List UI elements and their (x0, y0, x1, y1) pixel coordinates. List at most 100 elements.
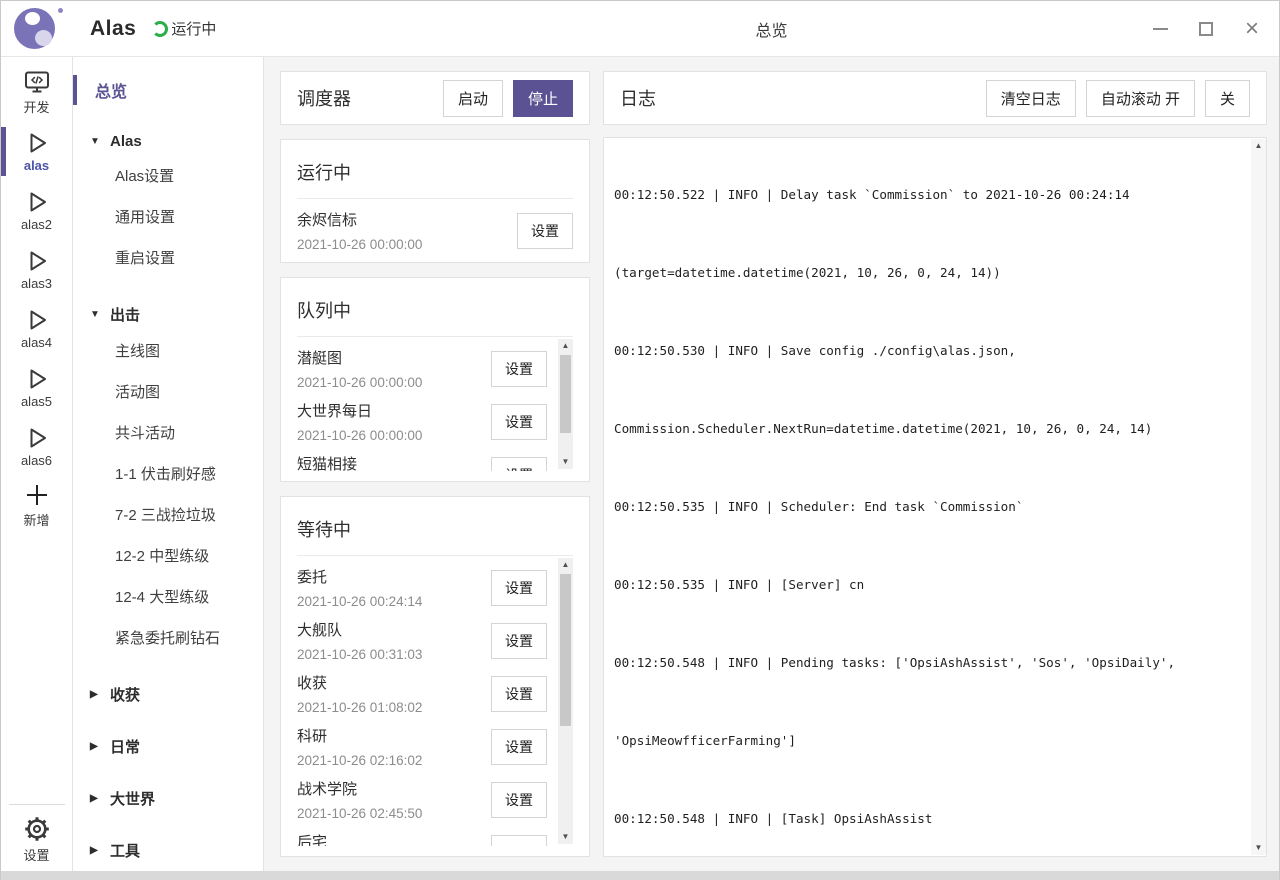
task-setting-button[interactable]: 设置 (517, 213, 573, 249)
waiting-panel: 等待中 委托 2021-10-26 00:24:14 设置 大舰队 2021-1… (280, 496, 590, 857)
task-time: 2021-10-26 01:08:02 (297, 700, 491, 715)
scheduler-stop-button[interactable]: 停止 (513, 80, 573, 117)
nav-item-12-4-large-leveling[interactable]: 12-4 大型练级 (73, 576, 263, 617)
log-off-button[interactable]: 关 (1205, 80, 1250, 117)
nav-item-raid[interactable]: 共斗活动 (73, 412, 263, 453)
rail-item-add[interactable]: 新增 (1, 476, 72, 535)
log-scrollbar[interactable]: ▲ ▼ (1251, 139, 1266, 855)
scrollbar[interactable]: ▲ ▼ (558, 339, 573, 469)
scrollbar-down-icon[interactable]: ▼ (562, 458, 570, 466)
scheduler-start-button[interactable]: 启动 (443, 80, 503, 117)
scrollbar-up-icon[interactable]: ▲ (562, 561, 570, 569)
nav-item-main-chapter[interactable]: 主线图 (73, 330, 263, 371)
rail-item-alas2[interactable]: alas2 (1, 181, 72, 240)
nav-group-header-reward[interactable]: ▶ 收获 (73, 679, 263, 710)
rail-item-settings[interactable]: 设置 (1, 813, 72, 865)
nav-item-7-2-scrap[interactable]: 7-2 三战捡垃圾 (73, 494, 263, 535)
nav-item-general-settings[interactable]: 通用设置 (73, 196, 263, 237)
scrollbar[interactable]: ▲ ▼ (558, 558, 573, 844)
rail-item-alas3[interactable]: alas3 (1, 240, 72, 299)
log-line: 00:12:50.522 | INFO | Delay task `Commis… (614, 185, 1240, 205)
task-row: 后宅 2021-10-26 04:19:27 设置 (297, 821, 547, 846)
nav-item-event-chapter[interactable]: 活动图 (73, 371, 263, 412)
running-status: 运行中 (152, 18, 216, 39)
nav-item-restart-settings[interactable]: 重启设置 (73, 237, 263, 278)
task-time: 2021-10-26 00:00:00 (297, 237, 517, 252)
autoscroll-toggle-button[interactable]: 自动滚动 开 (1086, 80, 1195, 117)
log-body[interactable]: 00:12:50.522 | INFO | Delay task `Commis… (604, 138, 1266, 856)
task-name: 科研 (297, 725, 491, 746)
nav-group-header-alas[interactable]: ▼ Alas (73, 128, 263, 155)
divider (9, 804, 65, 805)
chevron-down-icon: ▼ (90, 136, 101, 147)
queued-title: 队列中 (297, 290, 573, 337)
nav-item-urgent-commission-gem[interactable]: 紧急委托刷钻石 (73, 617, 263, 658)
rail-item-alas5[interactable]: alas5 (1, 358, 72, 417)
nav-item-overview[interactable]: 总览 (73, 73, 263, 107)
spinner-icon (152, 21, 168, 37)
rail-item-label: 新增 (23, 510, 49, 529)
task-time: 2021-10-26 00:24:14 (297, 594, 491, 609)
nav-item-alas-settings[interactable]: Alas设置 (73, 155, 263, 196)
log-line: 00:12:50.535 | INFO | Scheduler: End tas… (614, 497, 1240, 517)
rail-item-dev[interactable]: 开发 (1, 63, 72, 122)
rail-item-alas4[interactable]: alas4 (1, 299, 72, 358)
rail-item-label: alas6 (21, 453, 52, 468)
log-header-panel: 日志 清空日志 自动滚动 开 关 (603, 71, 1267, 125)
nav-group-header-opsi[interactable]: ▶ 大世界 (73, 783, 263, 814)
horizontal-scrollbar[interactable] (1, 871, 1279, 880)
nav-group-reward: ▶ 收获 (73, 679, 263, 710)
task-name: 余烬信标 (297, 209, 517, 230)
task-info: 战术学院 2021-10-26 02:45:50 (297, 778, 491, 821)
nav-group-header-daily[interactable]: ▶ 日常 (73, 731, 263, 762)
scrollbar-up-icon[interactable]: ▲ (562, 342, 570, 350)
nav-group-label: 收获 (110, 684, 140, 705)
scrollbar-down-icon[interactable]: ▼ (562, 833, 570, 841)
nav-item-1-1-affection[interactable]: 1-1 伏击刷好感 (73, 453, 263, 494)
task-setting-button[interactable]: 设置 (491, 835, 547, 847)
close-button[interactable]: × (1243, 20, 1261, 38)
rail-item-label: alas3 (21, 276, 52, 291)
task-info: 收获 2021-10-26 01:08:02 (297, 672, 491, 715)
queued-panel: 队列中 潜艇图 2021-10-26 00:00:00 设置 大世界每日 202… (280, 277, 590, 482)
chevron-right-icon: ▶ (90, 689, 101, 700)
scrollbar-thumb[interactable] (560, 574, 571, 726)
task-info: 余烬信标 2021-10-26 00:00:00 (297, 209, 517, 252)
maximize-button[interactable] (1197, 20, 1215, 38)
chevron-right-icon: ▶ (90, 845, 101, 856)
task-setting-button[interactable]: 设置 (491, 351, 547, 387)
nav-group-header-tools[interactable]: ▶ 工具 (73, 835, 263, 866)
log-line: 'OpsiMeowfficerFarming'] (614, 731, 1240, 751)
task-setting-button[interactable]: 设置 (491, 457, 547, 472)
task-info: 大世界每日 2021-10-26 00:00:00 (297, 400, 491, 443)
task-name: 潜艇图 (297, 347, 491, 368)
task-setting-button[interactable]: 设置 (491, 782, 547, 818)
nav-item-12-2-medium-leveling[interactable]: 12-2 中型练级 (73, 535, 263, 576)
clear-log-button[interactable]: 清空日志 (986, 80, 1076, 117)
scrollbar-down-icon[interactable]: ▼ (1255, 844, 1263, 852)
running-title: 运行中 (297, 152, 573, 199)
task-time: 2021-10-26 00:00:00 (297, 428, 491, 443)
rail-item-label: alas (24, 158, 49, 173)
instance-rail: 开发 alas alas2 alas3 alas4 (1, 57, 73, 871)
task-setting-button[interactable]: 设置 (491, 570, 547, 606)
rail-item-label: 开发 (23, 97, 49, 116)
task-setting-button[interactable]: 设置 (491, 676, 547, 712)
task-name: 短猫相接 (297, 453, 491, 471)
scrollbar-thumb[interactable] (560, 355, 571, 433)
nav-group-label: 工具 (110, 840, 140, 861)
play-icon (24, 248, 50, 274)
rail-item-alas6[interactable]: alas6 (1, 417, 72, 476)
maximize-icon (1199, 22, 1213, 36)
minimize-button[interactable] (1151, 20, 1169, 38)
dev-monitor-icon (24, 70, 50, 95)
scrollbar-up-icon[interactable]: ▲ (1255, 142, 1263, 150)
task-setting-button[interactable]: 设置 (491, 729, 547, 765)
task-row: 大世界每日 2021-10-26 00:00:00 设置 (297, 390, 547, 443)
chevron-right-icon: ▶ (90, 741, 101, 752)
title-bar: Alas 运行中 总览 × (1, 1, 1279, 57)
task-setting-button[interactable]: 设置 (491, 623, 547, 659)
task-setting-button[interactable]: 设置 (491, 404, 547, 440)
nav-group-header-sortie[interactable]: ▼ 出击 (73, 299, 263, 330)
rail-item-alas[interactable]: alas (1, 122, 72, 181)
